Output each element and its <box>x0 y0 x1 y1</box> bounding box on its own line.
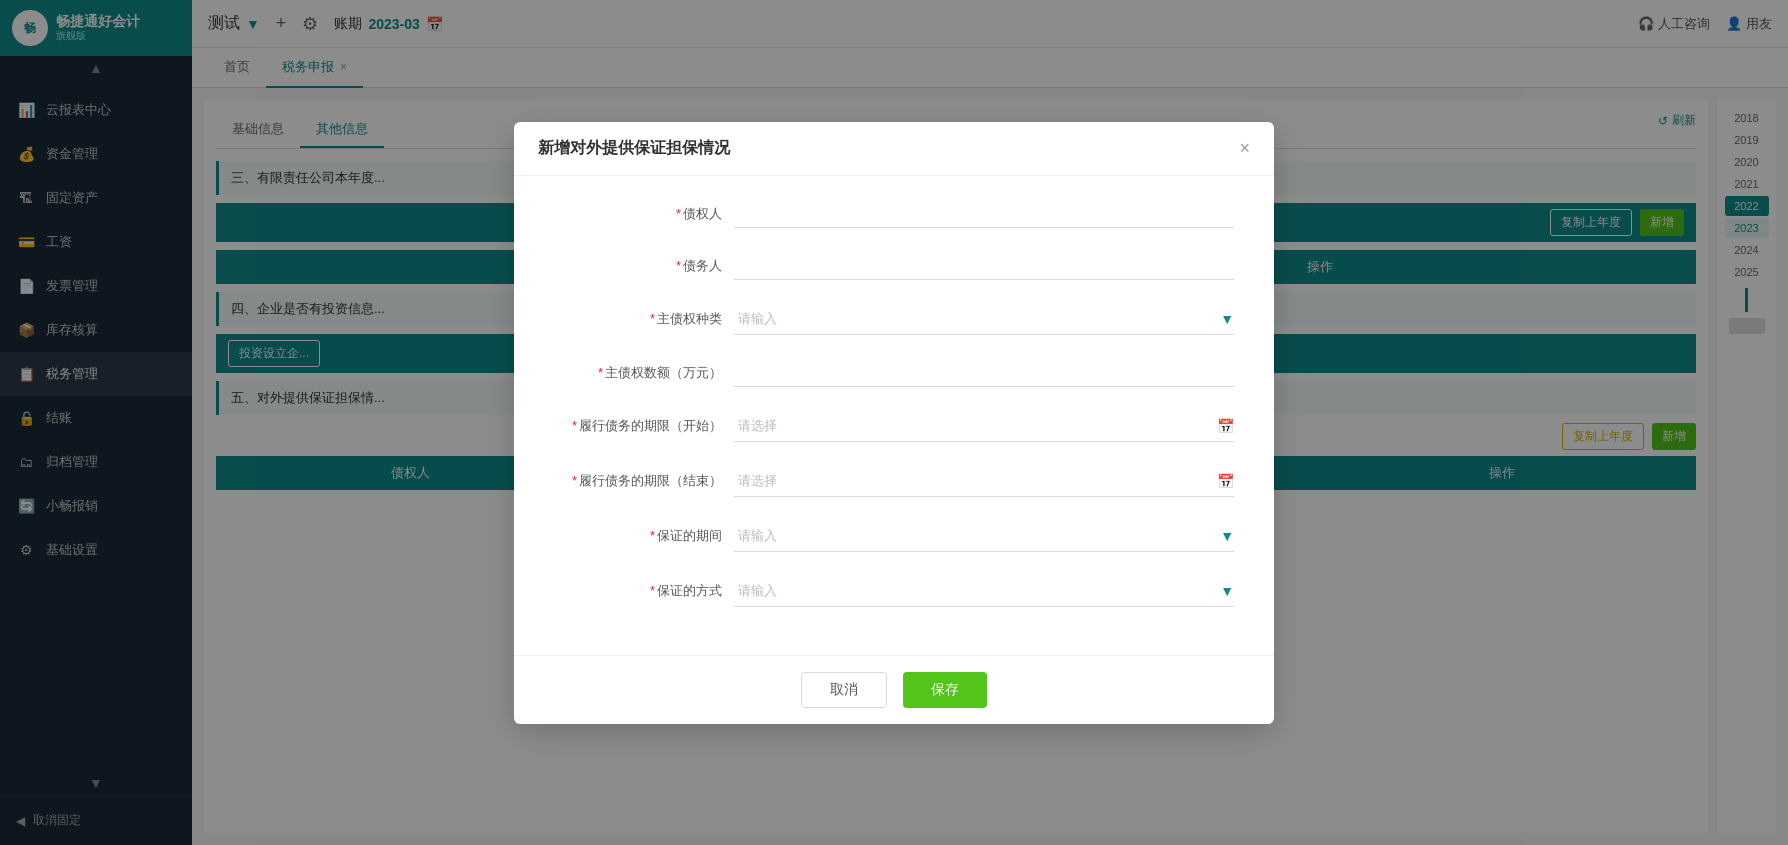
form-row-period-start: *履行债务的期限（开始） 请选择 📅 <box>554 411 1234 442</box>
guarantee-period-dropdown-icon[interactable]: ▼ <box>1220 528 1234 544</box>
period-end-placeholder: 请选择 <box>734 466 1213 496</box>
debt-amount-input[interactable] <box>734 359 1234 387</box>
form-row-creditor: *债权人 <box>554 200 1234 228</box>
debt-amount-label: *主债权数额（万元） <box>554 364 734 382</box>
form-row-guarantee-period: *保证的期间 请输入 ▼ <box>554 521 1234 552</box>
save-button[interactable]: 保存 <box>903 672 987 708</box>
guarantee-method-label: *保证的方式 <box>554 582 734 600</box>
form-row-guarantee-method: *保证的方式 请输入 ▼ <box>554 576 1234 607</box>
period-start-label: *履行债务的期限（开始） <box>554 417 734 435</box>
guarantee-method-placeholder: 请输入 <box>734 576 1216 606</box>
guarantee-period-wrap: 请输入 ▼ <box>734 521 1234 552</box>
period-start-wrap: 请选择 📅 <box>734 411 1234 442</box>
debt-type-placeholder: 请输入 <box>734 304 1216 334</box>
guarantee-method-dropdown-icon[interactable]: ▼ <box>1220 583 1234 599</box>
form-row-debt-amount: *主债权数额（万元） <box>554 359 1234 387</box>
period-end-calendar-icon[interactable]: 📅 <box>1217 473 1234 489</box>
period-start-placeholder: 请选择 <box>734 411 1213 441</box>
debt-type-label: *主债权种类 <box>554 310 734 328</box>
debt-type-dropdown-icon[interactable]: ▼ <box>1220 311 1234 327</box>
debtor-label: *债务人 <box>554 257 734 275</box>
debt-type-wrap: 请输入 ▼ <box>734 304 1234 335</box>
guarantee-period-label: *保证的期间 <box>554 527 734 545</box>
period-end-wrap: 请选择 📅 <box>734 466 1234 497</box>
modal: 新增对外提供保证担保情况 × *债权人 *债务人 *主债权种类 <box>514 122 1274 724</box>
form-row-period-end: *履行债务的期限（结束） 请选择 📅 <box>554 466 1234 497</box>
guarantee-period-placeholder: 请输入 <box>734 521 1216 551</box>
creditor-input[interactable] <box>734 200 1234 228</box>
modal-close-button[interactable]: × <box>1239 139 1250 157</box>
creditor-label: *债权人 <box>554 205 734 223</box>
form-row-debtor: *债务人 <box>554 252 1234 280</box>
modal-title: 新增对外提供保证担保情况 <box>538 138 730 159</box>
period-start-calendar-icon[interactable]: 📅 <box>1217 418 1234 434</box>
modal-header: 新增对外提供保证担保情况 × <box>514 122 1274 176</box>
modal-body: *债权人 *债务人 *主债权种类 请输入 ▼ <box>514 176 1274 655</box>
modal-footer: 取消 保存 <box>514 655 1274 724</box>
cancel-button[interactable]: 取消 <box>801 672 887 708</box>
form-row-debt-type: *主债权种类 请输入 ▼ <box>554 304 1234 335</box>
modal-overlay: 新增对外提供保证担保情况 × *债权人 *债务人 *主债权种类 <box>0 0 1788 845</box>
guarantee-method-wrap: 请输入 ▼ <box>734 576 1234 607</box>
period-end-label: *履行债务的期限（结束） <box>554 472 734 490</box>
debtor-input[interactable] <box>734 252 1234 280</box>
